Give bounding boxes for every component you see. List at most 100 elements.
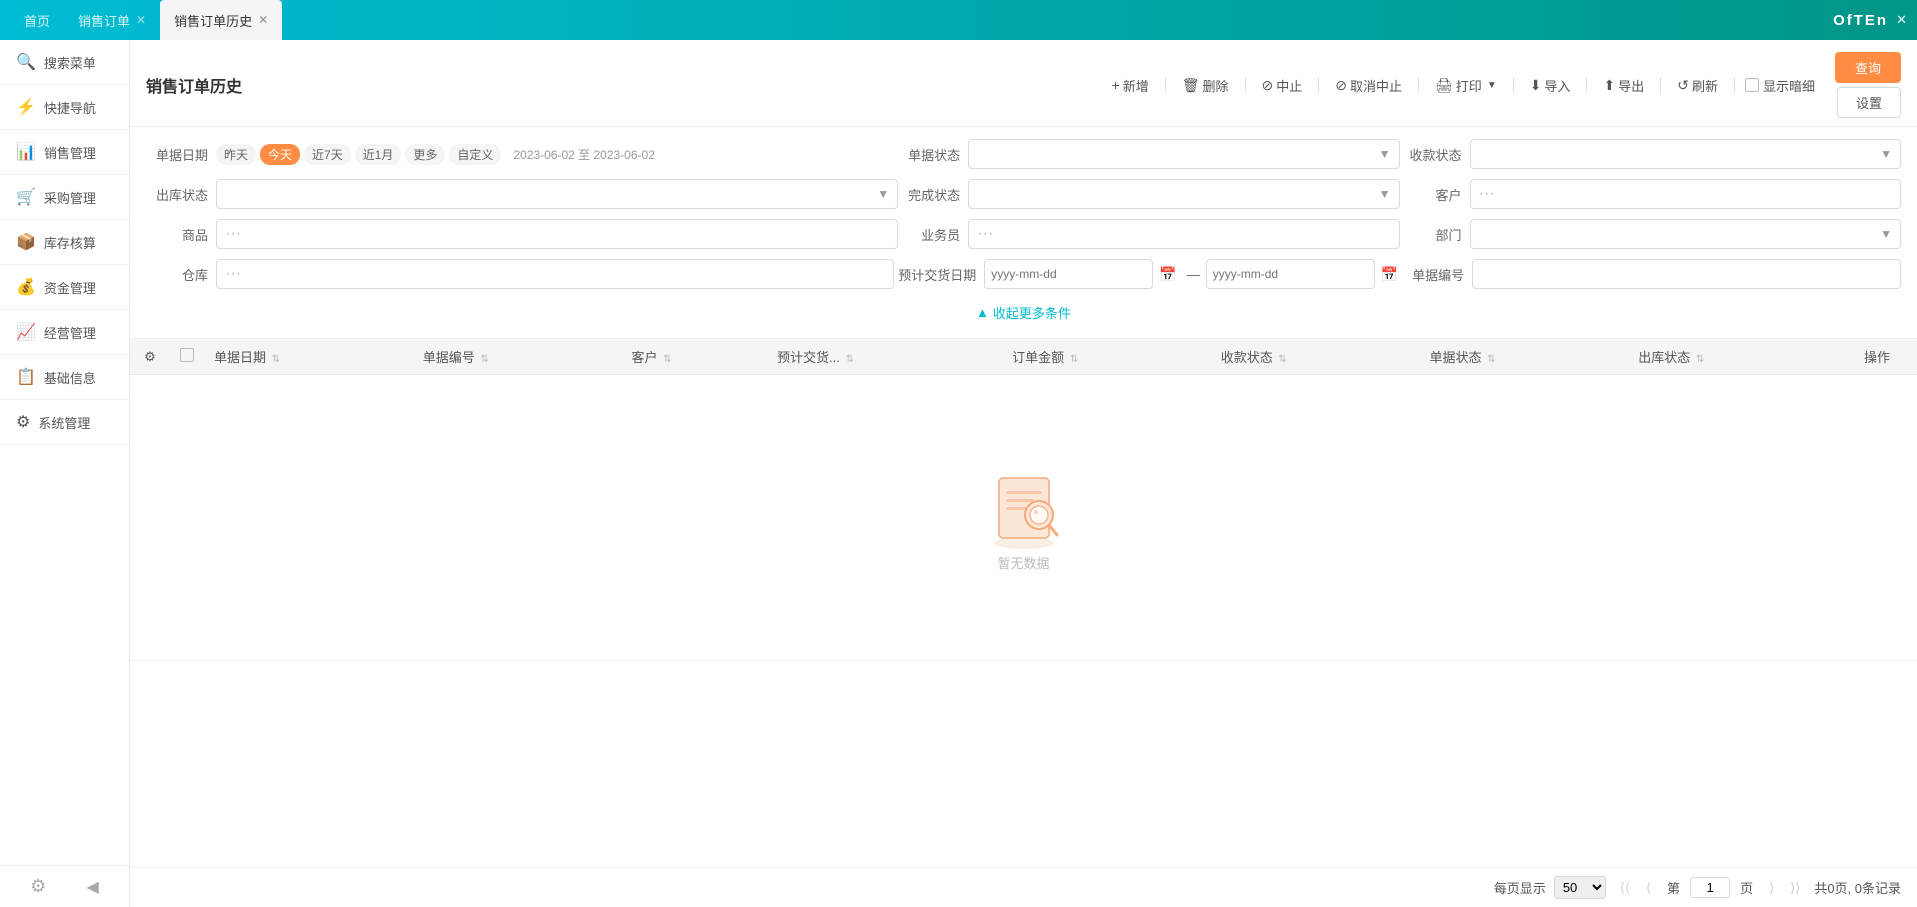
order-status-select[interactable]: ▼ xyxy=(968,139,1399,169)
th-operate: 操作 xyxy=(1837,339,1917,375)
display-columns-checkbox[interactable] xyxy=(1745,78,1759,92)
warehouse-input[interactable]: ··· xyxy=(216,259,894,289)
th-payment-status[interactable]: 收款状态 ⇅ xyxy=(1211,339,1420,375)
th-checkbox[interactable] xyxy=(170,339,204,375)
refresh-icon: ↺ xyxy=(1677,77,1689,94)
sidebar-item-fund-mgmt-label: 资金管理 xyxy=(44,278,96,297)
sidebar-item-purchase-mgmt[interactable]: 🛒 采购管理 xyxy=(0,175,129,220)
order-number-input[interactable] xyxy=(1472,259,1901,289)
sidebar-item-sales-mgmt[interactable]: 📊 销售管理 xyxy=(0,130,129,175)
th-order-status-sort-icon: ⇅ xyxy=(1487,354,1495,365)
th-expected-date-sort-icon: ⇅ xyxy=(846,354,854,365)
fund-mgmt-icon: 💰 xyxy=(16,277,36,297)
prev-page-btn[interactable]: ⟨ xyxy=(1640,878,1657,898)
sidebar-item-search-menu-label: 搜索菜单 xyxy=(44,53,96,72)
customer-ellipsis[interactable]: ··· xyxy=(1479,185,1495,203)
sidebar-item-ops-mgmt[interactable]: 📈 经营管理 xyxy=(0,310,129,355)
total-text: 共0页, 0条记录 xyxy=(1814,878,1901,897)
payment-status-select[interactable]: ▼ xyxy=(1470,139,1901,169)
sidebar-item-stock-calc[interactable]: 📦 库存核算 xyxy=(0,220,129,265)
sidebar-item-quick-nav[interactable]: ⚡ 快捷导航 xyxy=(0,85,129,130)
tab-home[interactable]: 首页 xyxy=(10,0,64,40)
last-page-btn[interactable]: ⟩⟩ xyxy=(1784,878,1806,898)
set-button[interactable]: 设置 xyxy=(1837,87,1901,118)
toolbar: + 新增 🗑 删除 ⊘ 中止 ⊘ 取消中止 xyxy=(1106,52,1901,118)
th-expected-date-label: 预计交货... xyxy=(777,350,840,365)
th-number-label: 单据编号 xyxy=(423,350,475,365)
refresh-button[interactable]: ↺ 刷新 xyxy=(1671,72,1724,99)
chip-more[interactable]: 更多 xyxy=(405,144,445,165)
current-page-input[interactable] xyxy=(1690,877,1730,898)
delete-button[interactable]: 🗑 删除 xyxy=(1176,72,1235,99)
tab-sales-order-close[interactable]: ✕ xyxy=(136,13,146,27)
chip-1month[interactable]: 近1月 xyxy=(355,144,402,165)
export-button[interactable]: ⬆ 导出 xyxy=(1597,72,1650,99)
th-delivery-status[interactable]: 出库状态 ⇅ xyxy=(1628,339,1837,375)
sidebar-collapse-icon[interactable]: ◀ xyxy=(87,877,99,897)
display-columns-toggle[interactable]: 显示暗细 xyxy=(1745,76,1815,95)
customer-input[interactable]: ··· xyxy=(1470,179,1901,209)
delivery-status-select[interactable]: ▼ xyxy=(216,179,898,209)
tab-sales-history-close[interactable]: ✕ xyxy=(258,13,268,27)
product-input[interactable]: ··· xyxy=(216,219,898,249)
per-page-select[interactable]: 50 10 20 100 xyxy=(1554,876,1606,899)
th-date[interactable]: 单据日期 ⇅ xyxy=(204,339,413,375)
chip-today[interactable]: 今天 xyxy=(260,144,300,165)
chip-yesterday[interactable]: 昨天 xyxy=(216,144,256,165)
chip-custom[interactable]: 自定义 xyxy=(449,144,501,165)
query-button[interactable]: 查询 xyxy=(1835,52,1901,83)
first-page-btn[interactable]: ⟨⟨ xyxy=(1614,878,1636,898)
filter-customer-col: 客户 ··· xyxy=(1400,179,1901,209)
divider-5 xyxy=(1513,77,1514,93)
dept-label: 部门 xyxy=(1400,225,1470,244)
calendar-end-icon[interactable]: 📅 xyxy=(1381,266,1398,283)
header-checkbox[interactable] xyxy=(180,348,194,362)
quick-nav-icon: ⚡ xyxy=(16,97,36,117)
stop-label: 中止 xyxy=(1276,76,1302,95)
filter-row-1: 单据日期 昨天 今天 近7天 近1月 更多 自定义 2023-06-02 至 2… xyxy=(146,139,1901,169)
chip-7days[interactable]: 近7天 xyxy=(304,144,351,165)
print-arrow-icon: ▼ xyxy=(1487,80,1497,91)
table-head: ⚙ 单据日期 ⇅ 单据编号 ⇅ 客户 xyxy=(130,339,1917,375)
sidebar-item-basic-info[interactable]: 📋 基础信息 xyxy=(0,355,129,400)
cancel-stop-icon: ⊘ xyxy=(1335,77,1347,94)
sidebar-item-search-menu[interactable]: 🔍 搜索菜单 xyxy=(0,40,129,85)
sidebar-settings-icon[interactable]: ⚙ xyxy=(30,876,46,897)
th-expected-date[interactable]: 预计交货... ⇅ xyxy=(767,339,1002,375)
top-bar: 首页 销售订单 ✕ 销售订单历史 ✕ OfTEn ✕ xyxy=(0,0,1917,40)
expected-date-end[interactable] xyxy=(1206,259,1375,289)
calendar-start-icon[interactable]: 📅 xyxy=(1159,266,1176,283)
th-order-status-label: 单据状态 xyxy=(1430,350,1482,365)
content-area: 销售订单历史 + 新增 🗑 删除 ⊘ 中止 ⊘ xyxy=(130,40,1917,907)
th-number[interactable]: 单据编号 ⇅ xyxy=(413,339,622,375)
expected-date-start[interactable] xyxy=(984,259,1153,289)
next-page-btn[interactable]: ⟩ xyxy=(1763,878,1780,898)
print-button[interactable]: 🖨 打印 ▼ xyxy=(1429,72,1503,99)
sidebar-item-fund-mgmt[interactable]: 💰 资金管理 xyxy=(0,265,129,310)
import-button[interactable]: ⬇ 导入 xyxy=(1524,72,1577,99)
cancel-stop-button[interactable]: ⊘ 取消中止 xyxy=(1329,72,1408,99)
collapse-row[interactable]: ▲ 收起更多条件 xyxy=(146,299,1901,326)
tab-sales-history[interactable]: 销售订单历史 ✕ xyxy=(160,0,282,40)
per-page-label: 每页显示 xyxy=(1494,878,1546,897)
product-ellipsis[interactable]: ··· xyxy=(225,225,241,243)
warehouse-ellipsis[interactable]: ··· xyxy=(225,265,241,283)
divider-1 xyxy=(1165,77,1166,93)
completion-status-select[interactable]: ▼ xyxy=(968,179,1399,209)
window-close-icon[interactable]: ✕ xyxy=(1896,12,1907,28)
th-customer[interactable]: 客户 ⇅ xyxy=(621,339,767,375)
tab-sales-order[interactable]: 销售订单 ✕ xyxy=(64,0,160,40)
th-order-status[interactable]: 单据状态 ⇅ xyxy=(1420,339,1629,375)
salesman-input[interactable]: ··· xyxy=(968,219,1399,249)
delete-icon: 🗑 xyxy=(1182,77,1200,94)
salesman-ellipsis[interactable]: ··· xyxy=(977,225,993,243)
stop-button[interactable]: ⊘ 中止 xyxy=(1256,72,1309,99)
dept-select[interactable]: ▼ xyxy=(1470,219,1901,249)
th-gear[interactable]: ⚙ xyxy=(130,339,170,375)
th-date-label: 单据日期 xyxy=(214,350,266,365)
sidebar-item-sys-mgmt[interactable]: ⚙ 系统管理 xyxy=(0,400,129,445)
search-menu-icon: 🔍 xyxy=(16,52,36,72)
order-number-label: 单据编号 xyxy=(1402,265,1472,284)
new-button[interactable]: + 新增 xyxy=(1106,72,1155,99)
th-amount[interactable]: 订单金额 ⇅ xyxy=(1002,339,1211,375)
